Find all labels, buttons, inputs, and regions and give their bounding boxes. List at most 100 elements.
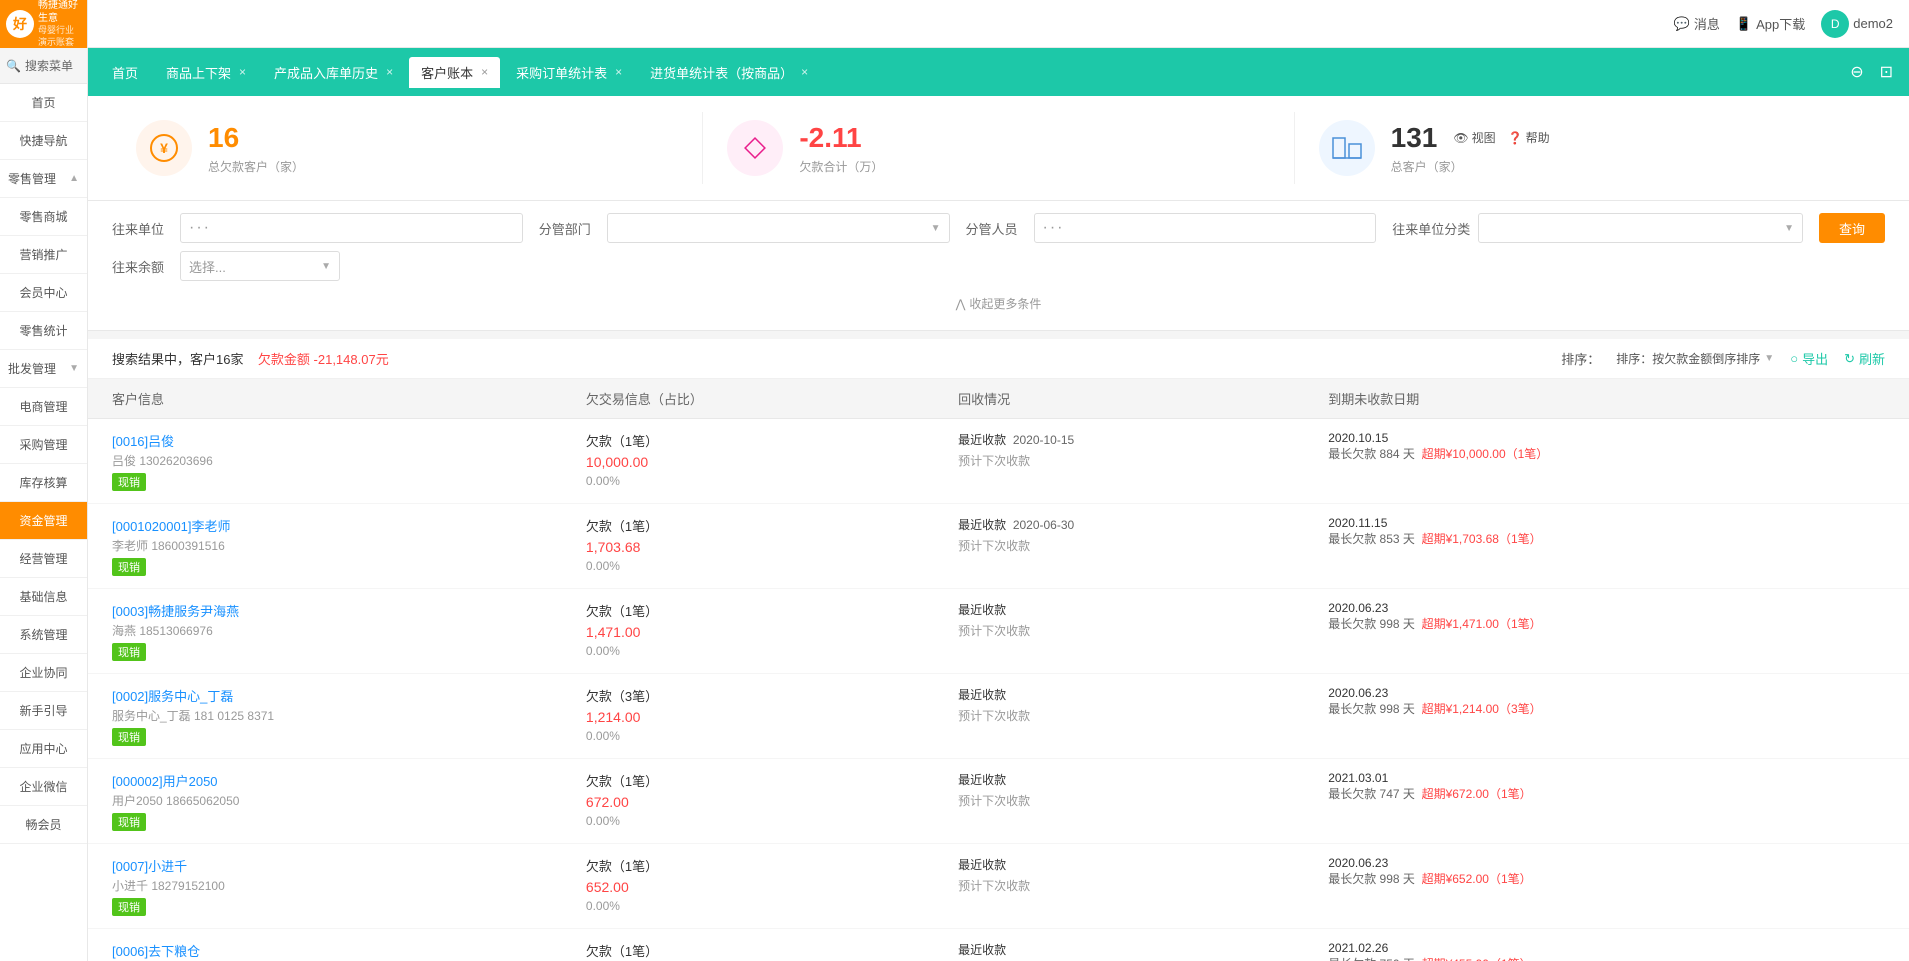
sidebar-item-purchase[interactable]: 采购管理 [0, 426, 87, 464]
sidebar-item-finance[interactable]: 资金管理 [0, 502, 87, 540]
customer-badge: 现销 [112, 643, 146, 661]
tab-close-icon[interactable]: × [615, 65, 622, 79]
sort-label: 排序： [1561, 349, 1600, 368]
tab-home[interactable]: 首页 [100, 57, 150, 88]
overdue-link[interactable]: 超期¥1,703.68（1笔） [1422, 532, 1542, 546]
next-collect-label: 预计下次收款 [958, 877, 1280, 894]
filter-row-1: 往来单位 ··· 分管部门 ▼ 分管人员 ··· [112, 213, 1885, 243]
export-button[interactable]: ○ 导出 [1790, 349, 1828, 368]
balance-label: 往来余额 [112, 257, 172, 276]
sidebar-item-basic-info[interactable]: 基础信息 [0, 578, 87, 616]
sidebar-item-ecommerce[interactable]: 电商管理 [0, 388, 87, 426]
due-date-value: 2020.06.23 [1328, 686, 1885, 700]
search-menu[interactable]: 🔍 搜索菜单 [0, 48, 87, 84]
debt-total-label: 欠款合计（万） [799, 158, 1269, 175]
sidebar-item-operations[interactable]: 经营管理 [0, 540, 87, 578]
debt-amount-link[interactable]: 1,471.00 [586, 624, 910, 640]
sidebar-item-inventory[interactable]: 库存核算 [0, 464, 87, 502]
tab-product-shelf[interactable]: 商品上下架 × [154, 57, 258, 88]
tab-close-icon[interactable]: × [801, 65, 808, 79]
col-customer-info: 客户信息 [88, 379, 562, 419]
tab-close-icon[interactable]: × [239, 65, 246, 79]
debt-info-cell: 欠款（1笔） 455.90 0.00% [562, 929, 934, 961]
tab-inbound-stats[interactable]: 进货单统计表（按商品） × [638, 57, 820, 88]
global-header: 💬 消息 📱 App下载 D demo2 [88, 0, 1909, 48]
overdue-link[interactable]: 超期¥1,214.00（3笔） [1422, 702, 1542, 716]
debt-count: 欠款（1笔） [586, 601, 910, 620]
overdue-link[interactable]: 超期¥10,000.00（1笔） [1422, 447, 1549, 461]
customer-name-link[interactable]: [0016]吕俊 [112, 431, 538, 450]
debt-pct: 0.00% [586, 644, 910, 658]
sidebar-item-wholesale[interactable]: 批发管理 ▼ [0, 350, 87, 388]
sidebar-item-sys-mgmt[interactable]: 系统管理 [0, 616, 87, 654]
message-btn[interactable]: 💬 消息 [1674, 14, 1720, 33]
stat-debt-info: 16 总欠款客户（家） [208, 121, 678, 176]
sidebar-item-retail-stats[interactable]: 零售统计 [0, 312, 87, 350]
dept-label: 分管部门 [539, 219, 599, 238]
balance-select[interactable]: 选择... ▼ [180, 251, 340, 281]
debt-amount-link[interactable]: 10,000.00 [586, 454, 910, 470]
due-date-value: 2020.06.23 [1328, 601, 1885, 615]
tab-close-icon[interactable]: × [386, 65, 393, 79]
eye-icon: 👁 [1453, 131, 1468, 145]
debt-amount-link[interactable]: 1,214.00 [586, 709, 910, 725]
customer-name-link[interactable]: [0006]去下粮仓 [112, 941, 538, 960]
sidebar-item-wechat[interactable]: 企业微信 [0, 768, 87, 806]
collection-cell: 最近收款 2020-06-30 预计下次收款 [934, 504, 1304, 589]
customer-name-link[interactable]: [0002]服务中心_丁磊 [112, 686, 538, 705]
user-menu[interactable]: D demo2 [1821, 10, 1893, 38]
customer-phone: 服务中心_丁磊 181 0125 8371 [112, 707, 538, 724]
debt-count: 欠款（1笔） [586, 431, 910, 450]
debt-amount-link[interactable]: 672.00 [586, 794, 910, 810]
debt-amount-link[interactable]: 652.00 [586, 879, 910, 895]
sidebar-item-vip[interactable]: 畅会员 [0, 806, 87, 844]
help-btn[interactable]: ❓ 帮助 [1508, 129, 1550, 146]
next-collect-label: 预计下次收款 [958, 707, 1280, 724]
total-customer-value: 131 [1391, 121, 1438, 155]
overdue-days: 最长欠款 747 天 超期¥672.00（1笔） [1328, 785, 1885, 802]
svg-text:¥: ¥ [160, 140, 168, 156]
tab-product-history[interactable]: 产成品入库单历史 × [262, 57, 405, 88]
customer-name-link[interactable]: [000002]用户2050 [112, 771, 538, 790]
category-label: 往来单位分类 [1392, 219, 1470, 238]
customer-name-link[interactable]: [0001020001]李老师 [112, 516, 538, 535]
person-input[interactable]: ··· [1034, 213, 1377, 243]
overdue-link[interactable]: 超期¥1,471.00（1笔） [1422, 617, 1542, 631]
search-button[interactable]: 查询 [1819, 213, 1885, 243]
overdue-link[interactable]: 超期¥672.00（1笔） [1422, 787, 1532, 801]
export-icon: ○ [1790, 351, 1798, 366]
customer-info-cell: [0016]吕俊 吕俊 13026203696 现销 [88, 419, 562, 504]
sidebar-item-membership[interactable]: 会员中心 [0, 274, 87, 312]
tab-customer-account[interactable]: 客户账本 × [409, 57, 500, 88]
tab-purchase-order[interactable]: 采购订单统计表 × [504, 57, 634, 88]
sidebar-item-home[interactable]: 首页 [0, 84, 87, 122]
due-date-cell: 2020.06.23 最长欠款 998 天 超期¥1,214.00（3笔） [1304, 674, 1909, 759]
overdue-link[interactable]: 超期¥652.00（1笔） [1422, 872, 1532, 886]
supplier-input[interactable]: ··· [180, 213, 523, 243]
sidebar-item-enterprise[interactable]: 企业协同 [0, 654, 87, 692]
collapse-bar[interactable]: ⋀ 收起更多条件 [112, 289, 1885, 318]
overdue-link[interactable]: 超期¥455.90（1笔） [1422, 957, 1532, 961]
collection-cell: 最近收款 预计下次收款 [934, 674, 1304, 759]
sort-button[interactable]: 排序：按欠款金额倒序排序 ▼ [1616, 350, 1774, 367]
customer-name-link[interactable]: [0007]小进千 [112, 856, 538, 875]
sidebar-item-retail-mall[interactable]: 零售商城 [0, 198, 87, 236]
maximize-btn[interactable]: ⊡ [1876, 58, 1897, 86]
category-select[interactable]: ▼ [1478, 213, 1803, 243]
sidebar-item-app-center[interactable]: 应用中心 [0, 730, 87, 768]
customer-name-link[interactable]: [0003]畅捷服务尹海燕 [112, 601, 538, 620]
customer-info-cell: [0006]去下粮仓 陈小柳 现销 [88, 929, 562, 961]
sidebar-item-quick-nav[interactable]: 快捷导航 [0, 122, 87, 160]
refresh-button[interactable]: ↻ 刷新 [1844, 349, 1885, 368]
tab-close-icon[interactable]: × [481, 65, 488, 79]
sidebar-item-beginner[interactable]: 新手引导 [0, 692, 87, 730]
logo-icon: 好 [6, 10, 34, 38]
minimize-btn[interactable]: ⊖ [1846, 58, 1867, 86]
dept-select[interactable]: ▼ [607, 213, 950, 243]
app-download-btn[interactable]: 📱 App下载 [1736, 14, 1805, 33]
sidebar-item-retail-mgmt[interactable]: 零售管理 ▲ [0, 160, 87, 198]
view-btn[interactable]: 👁 视图 [1453, 129, 1495, 146]
sidebar-item-marketing[interactable]: 营销推广 [0, 236, 87, 274]
debt-amount-link[interactable]: 1,703.68 [586, 539, 910, 555]
debt-customer-label: 总欠款客户（家） [208, 158, 678, 175]
